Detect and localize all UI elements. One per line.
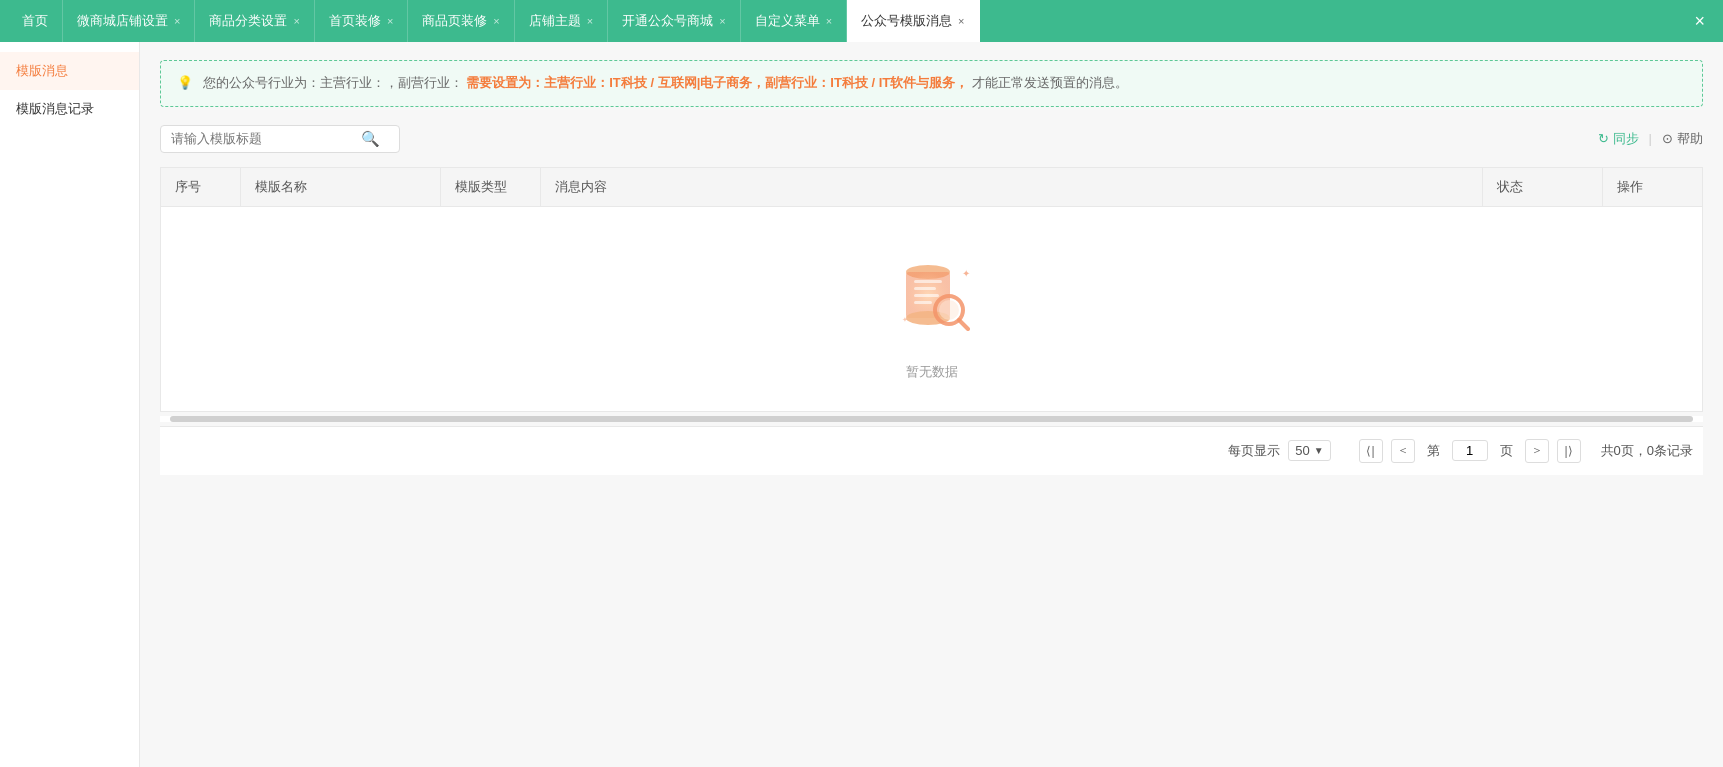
topbar-tab-0[interactable]: 首页: [8, 0, 63, 42]
search-input-wrap: 🔍: [160, 125, 400, 153]
total-label: 共0页，0条记录: [1601, 442, 1693, 460]
svg-rect-3: [914, 280, 942, 283]
topbar-tab-3[interactable]: 首页装修 ×: [315, 0, 408, 42]
close-all-button[interactable]: ×: [1684, 11, 1715, 32]
table-header-3: 消息内容: [541, 167, 1483, 206]
divider: |: [1649, 131, 1652, 146]
topbar-tab-6[interactable]: 开通公众号商城 ×: [608, 0, 740, 42]
svg-line-9: [959, 320, 968, 329]
last-page-button[interactable]: |⟩: [1557, 439, 1581, 463]
tab-close-1[interactable]: ×: [174, 15, 180, 27]
sidebar: 模版消息模版消息记录: [0, 42, 140, 767]
scrollbar-wrap: [160, 416, 1703, 422]
notice-banner: 💡 您的公众号行业为：主营行业：，副营行业： 需要设置为：主营行业：IT科技 /…: [160, 60, 1703, 107]
table-header-4: 状态: [1483, 167, 1603, 206]
topbar-tab-8[interactable]: 公众号模版消息 ×: [847, 0, 979, 42]
tab-label-0: 首页: [22, 12, 48, 30]
svg-rect-5: [914, 294, 939, 297]
page-di-label: 第: [1427, 442, 1440, 460]
table-header-2: 模版类型: [441, 167, 541, 206]
svg-text:✦: ✦: [902, 316, 908, 323]
page-size-label: 每页显示: [1228, 442, 1280, 460]
notice-suffix: 才能正常发送预置的消息。: [972, 75, 1128, 90]
tab-label-4: 商品页装修: [422, 12, 487, 30]
svg-rect-4: [914, 287, 936, 290]
chevron-down-icon: ▼: [1314, 445, 1324, 456]
tab-close-2[interactable]: ×: [293, 15, 299, 27]
tab-close-3[interactable]: ×: [387, 15, 393, 27]
main-layout: 模版消息模版消息记录 💡 您的公众号行业为：主营行业：，副营行业： 需要设置为：…: [0, 42, 1723, 767]
sync-button[interactable]: ↻ 同步: [1598, 130, 1639, 148]
sync-label: 同步: [1613, 130, 1639, 148]
tab-label-3: 首页装修: [329, 12, 381, 30]
next-page-button[interactable]: ＞: [1525, 439, 1549, 463]
svg-text:✦: ✦: [962, 268, 970, 279]
data-table: 序号模版名称模版类型消息内容状态操作: [160, 167, 1703, 412]
help-icon: ⊙: [1662, 131, 1673, 146]
topbar-tab-5[interactable]: 店铺主题 ×: [515, 0, 608, 42]
topbar-tab-1[interactable]: 微商城店铺设置 ×: [63, 0, 195, 42]
scrollbar-track[interactable]: [170, 416, 1693, 422]
tab-close-6[interactable]: ×: [719, 15, 725, 27]
empty-illustration: ✦ ✦: [882, 247, 982, 347]
table-header-0: 序号: [161, 167, 241, 206]
sync-icon: ↻: [1598, 131, 1609, 146]
toolbar-right: ↻ 同步 | ⊙ 帮助: [1598, 130, 1703, 148]
notice-highlight: 需要设置为：主营行业：IT科技 / 互联网|电子商务，副营行业：IT科技 / I…: [466, 75, 968, 90]
table-header-5: 操作: [1603, 167, 1703, 206]
sidebar-item-1[interactable]: 模版消息记录: [0, 90, 139, 128]
tab-label-6: 开通公众号商城: [622, 12, 713, 30]
topbar-tab-4[interactable]: 商品页装修 ×: [408, 0, 514, 42]
svg-rect-6: [914, 301, 932, 304]
tab-label-5: 店铺主题: [529, 12, 581, 30]
help-label: 帮助: [1677, 130, 1703, 148]
tab-label-1: 微商城店铺设置: [77, 12, 168, 30]
table-header-1: 模版名称: [241, 167, 441, 206]
tab-label-2: 商品分类设置: [209, 12, 287, 30]
empty-text: 暂无数据: [161, 363, 1702, 381]
tab-close-4[interactable]: ×: [493, 15, 499, 27]
page-size-value: 50: [1295, 443, 1309, 458]
page-number-input[interactable]: [1452, 440, 1488, 461]
search-input[interactable]: [171, 131, 361, 146]
page-label: 页: [1500, 442, 1513, 460]
tab-label-7: 自定义菜单: [755, 12, 820, 30]
tab-close-8[interactable]: ×: [958, 15, 964, 27]
page-size-selector[interactable]: 50 ▼: [1288, 440, 1330, 461]
tab-close-5[interactable]: ×: [587, 15, 593, 27]
notice-prefix: 您的公众号行业为：主营行业：，副营行业：: [203, 75, 463, 90]
prev-page-button[interactable]: ＜: [1391, 439, 1415, 463]
empty-state: ✦ ✦ 暂无数据: [161, 207, 1702, 411]
tab-label-8: 公众号模版消息: [861, 12, 952, 30]
content-area: 💡 您的公众号行业为：主营行业：，副营行业： 需要设置为：主营行业：IT科技 /…: [140, 42, 1723, 767]
search-icon[interactable]: 🔍: [361, 130, 380, 148]
topbar-tab-2[interactable]: 商品分类设置 ×: [195, 0, 314, 42]
tab-close-7[interactable]: ×: [826, 15, 832, 27]
topbar: 首页微商城店铺设置×商品分类设置×首页装修×商品页装修×店铺主题×开通公众号商城…: [0, 0, 1723, 42]
search-bar: 🔍 ↻ 同步 | ⊙ 帮助: [160, 125, 1703, 153]
pagination: 每页显示 50 ▼ ⟨| ＜ 第 页 ＞ |⟩ 共0页，0条记录: [160, 426, 1703, 475]
topbar-tab-7[interactable]: 自定义菜单 ×: [741, 0, 847, 42]
sidebar-item-0[interactable]: 模版消息: [0, 52, 139, 90]
bulb-icon: 💡: [177, 75, 193, 90]
first-page-button[interactable]: ⟨|: [1359, 439, 1383, 463]
table-container: 序号模版名称模版类型消息内容状态操作: [160, 167, 1703, 475]
svg-point-8: [939, 300, 959, 320]
help-button[interactable]: ⊙ 帮助: [1662, 130, 1703, 148]
